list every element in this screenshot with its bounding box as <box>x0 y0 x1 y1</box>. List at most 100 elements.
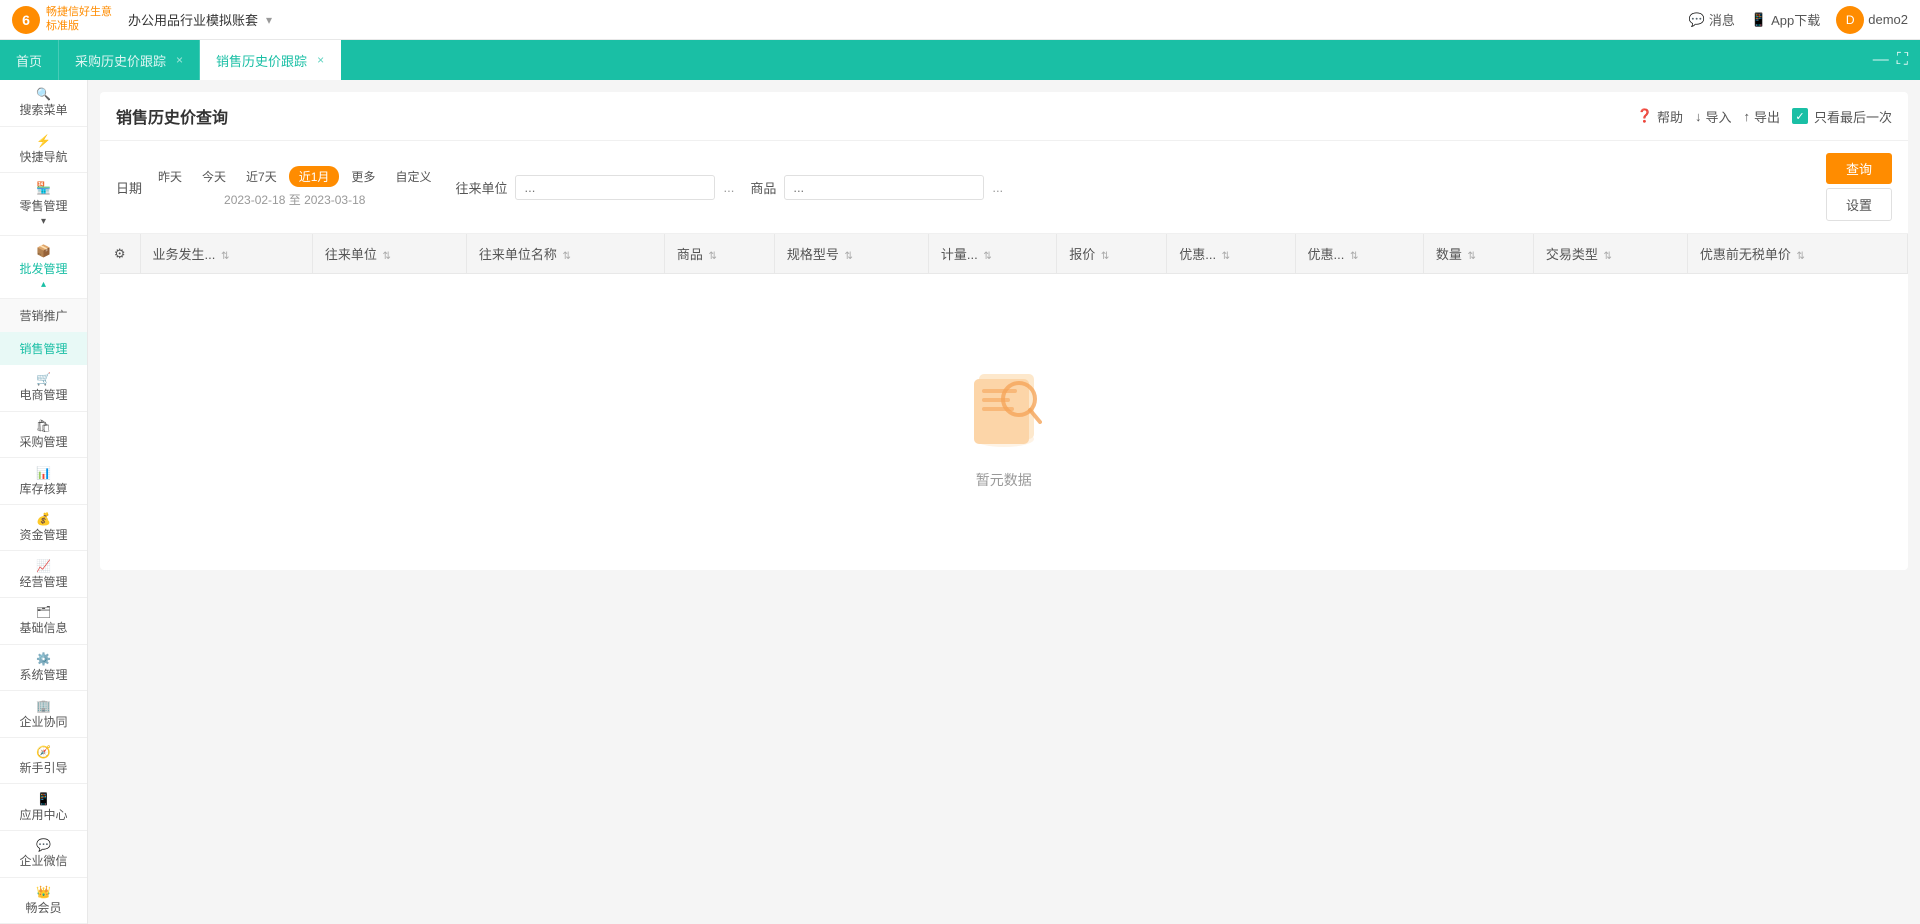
th-product[interactable]: 商品 ⇅ <box>664 234 774 274</box>
sidebar-item-purchase[interactable]: 🛍 采购管理 <box>0 412 87 459</box>
table-body: 暂元数据 <box>100 274 1908 571</box>
tab-sales-close-btn[interactable]: × <box>317 53 324 67</box>
tab-sales-history[interactable]: 销售历史价跟踪 × <box>200 40 341 80</box>
table-header-row: ⚙ 业务发生... ⇅ 往来单位 ⇅ 往来单位名称 ⇅ 商品 ⇅ 规格型号 ⇅ … <box>100 234 1908 274</box>
settings-button[interactable]: 设置 <box>1826 188 1892 221</box>
sidebar-item-quick-nav[interactable]: ⚡ 快捷导航 <box>0 127 87 174</box>
basics-icon: 🗂 <box>36 605 51 619</box>
sidebar-sub-sales[interactable]: 销售管理 <box>0 332 87 365</box>
message-icon: 💬 <box>1689 12 1705 28</box>
export-btn[interactable]: ↑ 导出 <box>1743 107 1780 126</box>
sidebar-item-system[interactable]: ⚙️ 系统管理 <box>0 645 87 692</box>
product-input[interactable] <box>784 175 984 200</box>
sidebar-item-operations[interactable]: 📈 经营管理 <box>0 551 87 598</box>
date-filter-group: 日期 昨天 今天 近7天 近1月 更多 自定义 2023-02-18 至 202… <box>116 166 439 208</box>
last1month-btn[interactable]: 近1月 <box>289 166 340 187</box>
system-icon: ⚙️ <box>36 652 51 666</box>
logo-icon: 6 <box>12 6 40 34</box>
sidebar-item-member[interactable]: 👑 畅会员 <box>0 878 87 924</box>
custom-btn[interactable]: 自定义 <box>387 166 439 187</box>
logo-area: 6 畅捷信好生意 标准版 <box>12 6 112 34</box>
quicknav-icon: ⚡ <box>36 134 51 148</box>
sidebar-item-wechat[interactable]: 💬 企业微信 <box>0 831 87 878</box>
member-icon: 👑 <box>36 885 51 899</box>
th-business-date[interactable]: 业务发生... ⇅ <box>140 234 312 274</box>
sidebar-item-apps[interactable]: 📱 应用中心 <box>0 784 87 831</box>
product-dots-btn[interactable]: ... <box>992 180 1003 195</box>
filter-action-buttons: 查询 设置 <box>1826 153 1892 221</box>
tab-purchase-close-btn[interactable]: × <box>176 53 183 67</box>
th-spec[interactable]: 规格型号 ⇅ <box>774 234 928 274</box>
empty-state-row: 暂元数据 <box>100 274 1908 571</box>
ecommerce-icon: 🛒 <box>36 372 51 386</box>
sidebar-item-wholesale[interactable]: 📦 批发管理 ▴ <box>0 236 87 299</box>
tab-spacer <box>341 40 1861 80</box>
suite-dropdown-icon[interactable]: ▾ <box>266 13 272 27</box>
partner-filter-group: 往来单位 ... <box>455 175 734 200</box>
sidebar-item-basics[interactable]: 🗂 基础信息 <box>0 598 87 645</box>
inventory-icon: 📊 <box>36 466 51 480</box>
th-gear[interactable]: ⚙ <box>100 234 140 274</box>
data-table: ⚙ 业务发生... ⇅ 往来单位 ⇅ 往来单位名称 ⇅ 商品 ⇅ 规格型号 ⇅ … <box>100 234 1908 570</box>
th-discount1[interactable]: 优惠... ⇅ <box>1167 234 1295 274</box>
avatar: D <box>1836 6 1864 34</box>
tab-actions: — ⛶ <box>1861 40 1920 80</box>
enterprise-icon: 🏢 <box>36 699 51 713</box>
th-discount2[interactable]: 优惠... ⇅ <box>1295 234 1423 274</box>
th-partner-code[interactable]: 往来单位 ⇅ <box>312 234 466 274</box>
wholesale-icon: 📦 <box>36 244 51 258</box>
sidebar-item-finance[interactable]: 💰 资金管理 <box>0 505 87 552</box>
page-header-actions: ❓ 帮助 ↓ 导入 ↑ 导出 ✓ 只看最后一次 <box>1637 107 1892 126</box>
product-label: 商品 <box>750 178 776 197</box>
sidebar-item-search[interactable]: 🔍 搜索菜单 <box>0 80 87 127</box>
guide-icon: 🧭 <box>36 745 51 759</box>
sidebar-item-inventory[interactable]: 📊 库存核算 <box>0 458 87 505</box>
retail-icon: 🏪 <box>36 181 51 195</box>
table-container: ⚙ 业务发生... ⇅ 往来单位 ⇅ 往来单位名称 ⇅ 商品 ⇅ 规格型号 ⇅ … <box>100 234 1908 570</box>
app-download-btn[interactable]: 📱 App下载 <box>1751 10 1820 29</box>
sidebar: 🔍 搜索菜单 ⚡ 快捷导航 🏪 零售管理 ▾ 📦 批发管理 ▴ 营销推广 销售管… <box>0 80 88 924</box>
export-icon: ↑ <box>1743 109 1750 124</box>
sidebar-sub-marketing[interactable]: 营销推广 <box>0 299 87 332</box>
help-icon: ❓ <box>1637 108 1653 124</box>
suite-title: 办公用品行业模拟账套 <box>128 10 258 29</box>
th-pre-tax-price[interactable]: 优惠前无税单价 ⇅ <box>1687 234 1907 274</box>
sidebar-item-enterprise[interactable]: 🏢 企业协同 <box>0 691 87 738</box>
th-trade-type[interactable]: 交易类型 ⇅ <box>1533 234 1687 274</box>
partner-dots-btn[interactable]: ... <box>723 180 734 195</box>
help-btn[interactable]: ❓ 帮助 <box>1637 107 1683 126</box>
user-area[interactable]: D demo2 <box>1836 6 1908 34</box>
yesterday-btn[interactable]: 昨天 <box>150 166 190 187</box>
th-partner-name[interactable]: 往来单位名称 ⇅ <box>466 234 664 274</box>
wechat-icon: 💬 <box>36 838 51 852</box>
top-bar: 6 畅捷信好生意 标准版 办公用品行业模拟账套 ▾ 💬 消息 📱 App下载 D… <box>0 0 1920 40</box>
search-icon: 🔍 <box>36 87 51 101</box>
tab-bar: 首页 采购历史价跟踪 × 销售历史价跟踪 × — ⛶ <box>0 40 1920 80</box>
query-button[interactable]: 查询 <box>1826 153 1892 184</box>
tab-maximize-btn[interactable]: ⛶ <box>1897 51 1908 69</box>
today-btn[interactable]: 今天 <box>194 166 234 187</box>
only-last-checkbox[interactable]: ✓ <box>1792 108 1808 124</box>
last7days-btn[interactable]: 近7天 <box>238 166 285 187</box>
only-last-checkbox-area[interactable]: ✓ 只看最后一次 <box>1792 107 1892 126</box>
partner-label: 往来单位 <box>455 178 507 197</box>
message-btn[interactable]: 💬 消息 <box>1689 10 1735 29</box>
tab-purchase-history[interactable]: 采购历史价跟踪 × <box>59 40 200 80</box>
wholesale-arrow-icon: ▴ <box>41 279 46 290</box>
sidebar-item-ecommerce[interactable]: 🛒 电商管理 <box>0 365 87 412</box>
date-row1: 昨天 今天 近7天 近1月 更多 自定义 <box>150 166 439 187</box>
tab-minimize-btn[interactable]: — <box>1873 51 1889 69</box>
partner-input[interactable] <box>515 175 715 200</box>
sidebar-item-guide[interactable]: 🧭 新手引导 <box>0 738 87 785</box>
filter-area: 日期 昨天 今天 近7天 近1月 更多 自定义 2023-02-18 至 202… <box>100 141 1908 234</box>
import-btn[interactable]: ↓ 导入 <box>1695 107 1732 126</box>
sidebar-item-retail[interactable]: 🏪 零售管理 ▾ <box>0 173 87 236</box>
app-icon: 📱 <box>1751 12 1767 28</box>
th-quoted-price[interactable]: 报价 ⇅ <box>1057 234 1167 274</box>
empty-icon <box>954 354 1054 454</box>
tab-home[interactable]: 首页 <box>0 40 59 80</box>
more-btn[interactable]: 更多 <box>343 166 383 187</box>
page-header: 销售历史价查询 ❓ 帮助 ↓ 导入 ↑ 导出 ✓ <box>100 92 1908 141</box>
th-quantity[interactable]: 数量 ⇅ <box>1423 234 1533 274</box>
th-unit[interactable]: 计量... ⇅ <box>928 234 1056 274</box>
